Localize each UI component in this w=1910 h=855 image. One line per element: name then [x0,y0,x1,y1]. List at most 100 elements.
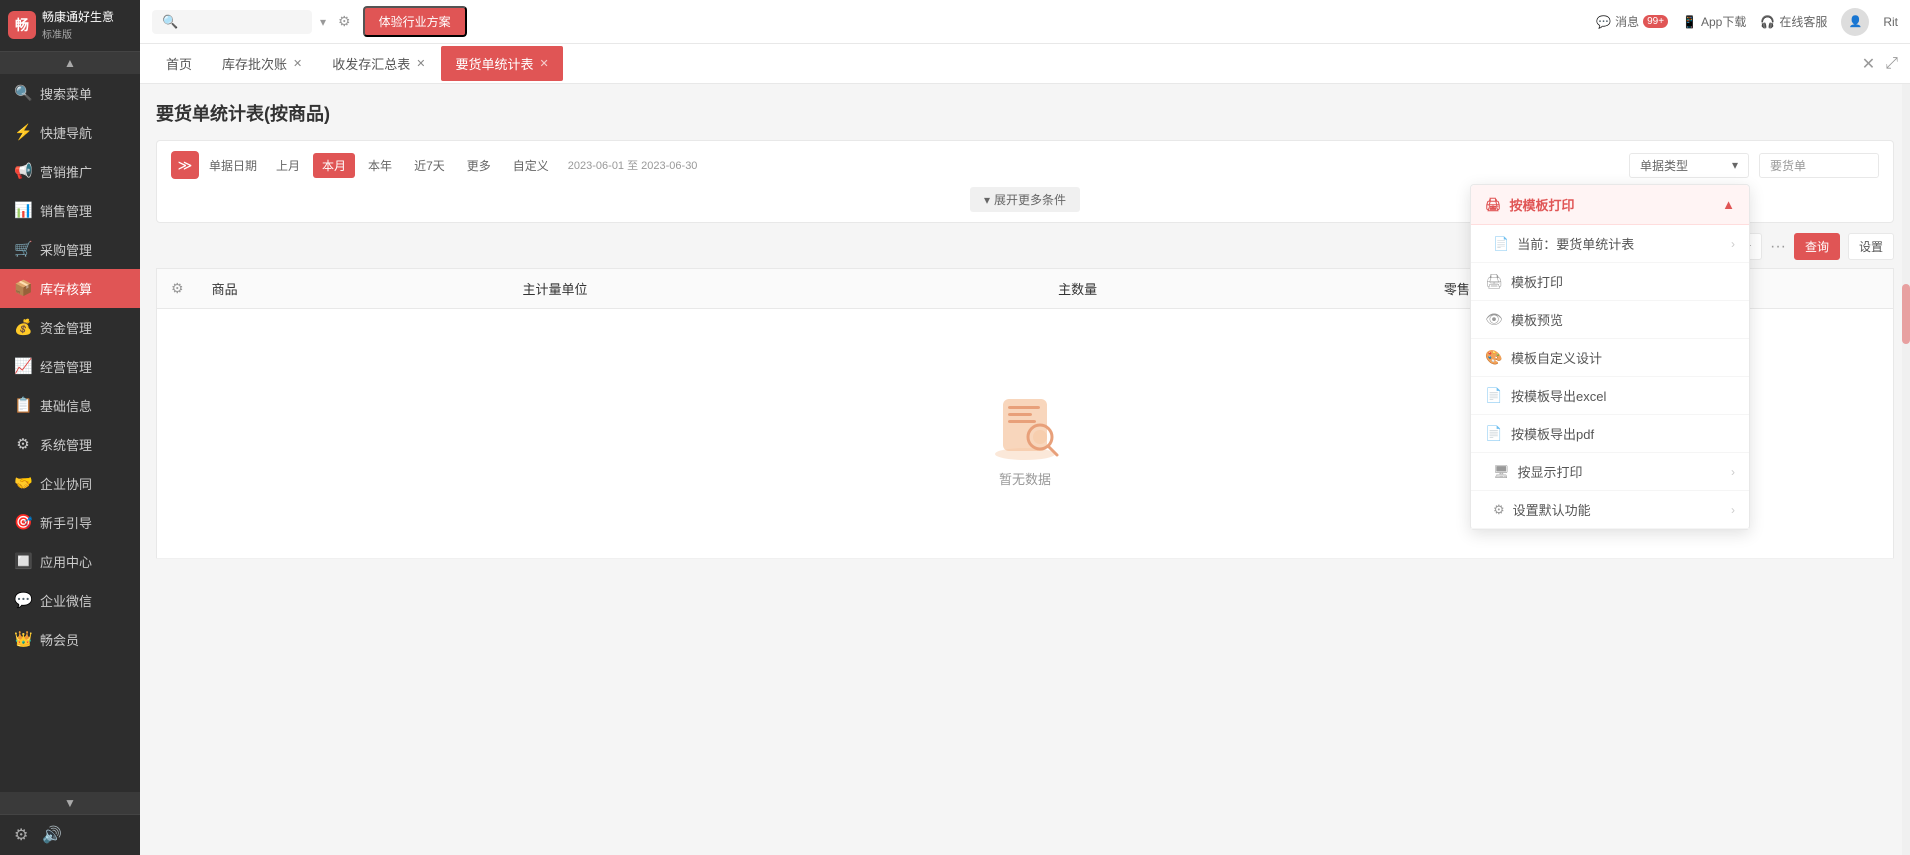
close-inventory-batch-icon[interactable]: ✕ [293,57,302,70]
sidebar-item-wechat[interactable]: 💬 企业微信 [0,581,140,620]
content-area: 要货单统计表(按商品) ≫ 单据日期 上月 本月 本年 近7天 更多 自定义 2… [140,84,1910,855]
chevron-right-icon: › [1731,237,1735,251]
date-more-btn[interactable]: 更多 [458,153,500,178]
tab-maximize-actions: ✕ ⤢ [1862,54,1898,74]
template-design-label: 模板自定义设计 [1511,348,1602,367]
template-print-item[interactable]: 🖨 模板打印 [1471,263,1749,301]
sidebar-item-label: 企业微信 [40,591,92,610]
online-service-action[interactable]: 🎧 在线客服 [1760,13,1827,30]
date-last7days-btn[interactable]: 近7天 [405,153,454,178]
cargo-label: 要货单 [1770,159,1806,173]
sidebar-item-label: 快捷导航 [40,123,92,142]
message-icon: 💬 [1596,15,1611,29]
query-btn[interactable]: 查询 [1794,233,1840,260]
sidebar-item-enterprise[interactable]: 🤝 企业协同 [0,464,140,503]
close-order-stats-icon[interactable]: ✕ [540,57,549,70]
sidebar-item-system[interactable]: ⚙ 系统管理 [0,425,140,464]
topbar: 🔍 ▾ ⚙ 体验行业方案 💬 消息 99+ 📱 App下载 🎧 在线客服 👤 R… [140,0,1910,44]
close-tab-btn[interactable]: ✕ [1862,54,1875,74]
sidebar-item-marketing[interactable]: 📢 营销推广 [0,152,140,191]
filter-toggle-btn[interactable]: ≫ [171,151,199,179]
tab-receipt-summary[interactable]: 收发存汇总表 ✕ [318,46,439,81]
date-filter-label: 单据日期 [209,157,257,174]
date-custom-btn[interactable]: 自定义 [504,153,558,178]
chevron-down-icon: ▾ [984,193,990,207]
toolbar-more-icon[interactable]: ··· [1770,238,1786,256]
date-current-month-btn[interactable]: 本月 [313,153,355,178]
online-service-label: 在线客服 [1779,13,1827,30]
search-icon: 🔍 [162,14,178,30]
set-default-icon: ⚙ [1493,502,1505,518]
appstore-icon: 🔲 [14,552,32,570]
topbar-actions: 💬 消息 99+ 📱 App下载 🎧 在线客服 👤 Rit [1596,8,1898,36]
sidebar-item-basic[interactable]: 📋 基础信息 [0,386,140,425]
marketing-icon: 📢 [14,162,32,180]
expand-more-btn[interactable]: ▾ 展开更多条件 [970,187,1080,212]
volume-footer-icon[interactable]: 🔊 [42,825,62,845]
sales-icon: 📊 [14,201,32,219]
sidebar-item-purchase[interactable]: 🛒 采购管理 [0,230,140,269]
sidebar-scroll-down[interactable]: ▼ [0,792,140,814]
sidebar-item-inventory[interactable]: 📦 库存核算 [0,269,140,308]
settings-footer-icon[interactable]: ⚙ [14,825,28,845]
expand-more-label: 展开更多条件 [994,191,1066,208]
tab-order-stats-label: 要货单统计表 [455,54,533,73]
sidebar-scroll-up[interactable]: ▲ [0,52,140,74]
set-default-item[interactable]: ⚙ 设置默认功能 › [1471,491,1749,529]
app-download-action[interactable]: 📱 App下载 [1682,13,1746,30]
sidebar-item-operations[interactable]: 📈 经营管理 [0,347,140,386]
sidebar-item-label: 搜索菜单 [40,84,92,103]
type-select[interactable]: 单据类型 ▾ [1629,153,1749,178]
topbar-search[interactable]: 🔍 [152,10,312,34]
date-prev-month-btn[interactable]: 上月 [267,153,309,178]
maximize-tab-btn[interactable]: ⤢ [1885,55,1898,73]
template-preview-item[interactable]: 👁 模板预览 [1471,301,1749,339]
template-design-item[interactable]: 🎨 模板自定义设计 [1471,339,1749,377]
finance-icon: 💰 [14,318,32,336]
user-name: Rit [1883,15,1898,29]
sidebar-item-label: 经营管理 [40,357,92,376]
tab-order-stats[interactable]: 要货单统计表 ✕ [441,46,562,81]
date-range-display: 2023-06-01 至 2023-06-30 [568,157,698,173]
topbar-gear-icon[interactable]: ⚙ [338,13,351,30]
sidebar-item-appstore[interactable]: 🔲 应用中心 [0,542,140,581]
sidebar-item-label: 采购管理 [40,240,92,259]
sidebar-item-member[interactable]: 👑 畅会员 [0,620,140,659]
scrollbar-track[interactable] [1902,84,1910,855]
template-excel-label: 按模板导出excel [1511,386,1606,405]
template-icon: 📄 [1493,236,1509,252]
current-template-item[interactable]: 📄 当前：要货单统计表 › [1471,225,1749,263]
avatar[interactable]: 👤 [1841,8,1869,36]
template-print-label: 模板打印 [1511,272,1563,291]
sidebar-item-sales[interactable]: 📊 销售管理 [0,191,140,230]
template-pdf-label: 按模板导出pdf [1511,424,1594,443]
pdf-icon: 📄 [1485,425,1503,442]
topbar-dropdown-icon[interactable]: ▾ [320,15,326,29]
tab-inventory-batch[interactable]: 库存批次账 ✕ [208,46,316,81]
display-print-label: 按显示打印 [1518,462,1583,481]
scrollbar-thumb[interactable] [1902,284,1910,344]
sidebar-item-finance[interactable]: 💰 资金管理 [0,308,140,347]
template-excel-item[interactable]: 📄 按模板导出excel [1471,377,1749,415]
display-print-item[interactable]: 🖥 按显示打印 › [1471,453,1749,491]
sidebar-item-label: 销售管理 [40,201,92,220]
sidebar-item-newbie[interactable]: 🎯 新手引导 [0,503,140,542]
template-pdf-item[interactable]: 📄 按模板导出pdf [1471,415,1749,453]
table-settings-icon[interactable]: ⚙ [171,280,184,296]
sidebar-nav: 🔍 搜索菜单 ⚡ 快捷导航 📢 营销推广 📊 销售管理 🛒 采购管理 📦 库存核… [0,74,140,792]
trial-button[interactable]: 体验行业方案 [363,6,467,37]
sidebar-item-search[interactable]: 🔍 搜索菜单 [0,74,140,113]
messages-action[interactable]: 💬 消息 99+ [1596,13,1668,30]
sidebar-item-quicknav[interactable]: ⚡ 快捷导航 [0,113,140,152]
print-dropdown-collapse-icon[interactable]: ▲ [1722,197,1735,212]
empty-text: 暂无数据 [999,469,1051,488]
type-select-label: 单据类型 [1640,157,1688,174]
date-current-year-btn[interactable]: 本年 [359,153,401,178]
settings-btn[interactable]: 设置 [1848,233,1894,260]
tab-home[interactable]: 首页 [152,46,206,81]
search-input[interactable] [184,15,284,29]
sidebar-logo: 畅 畅康通好生意 标准版 [0,0,140,52]
messages-label: 消息 [1615,13,1639,30]
cargo-filter[interactable]: 要货单 [1759,153,1879,178]
close-receipt-summary-icon[interactable]: ✕ [416,57,425,70]
